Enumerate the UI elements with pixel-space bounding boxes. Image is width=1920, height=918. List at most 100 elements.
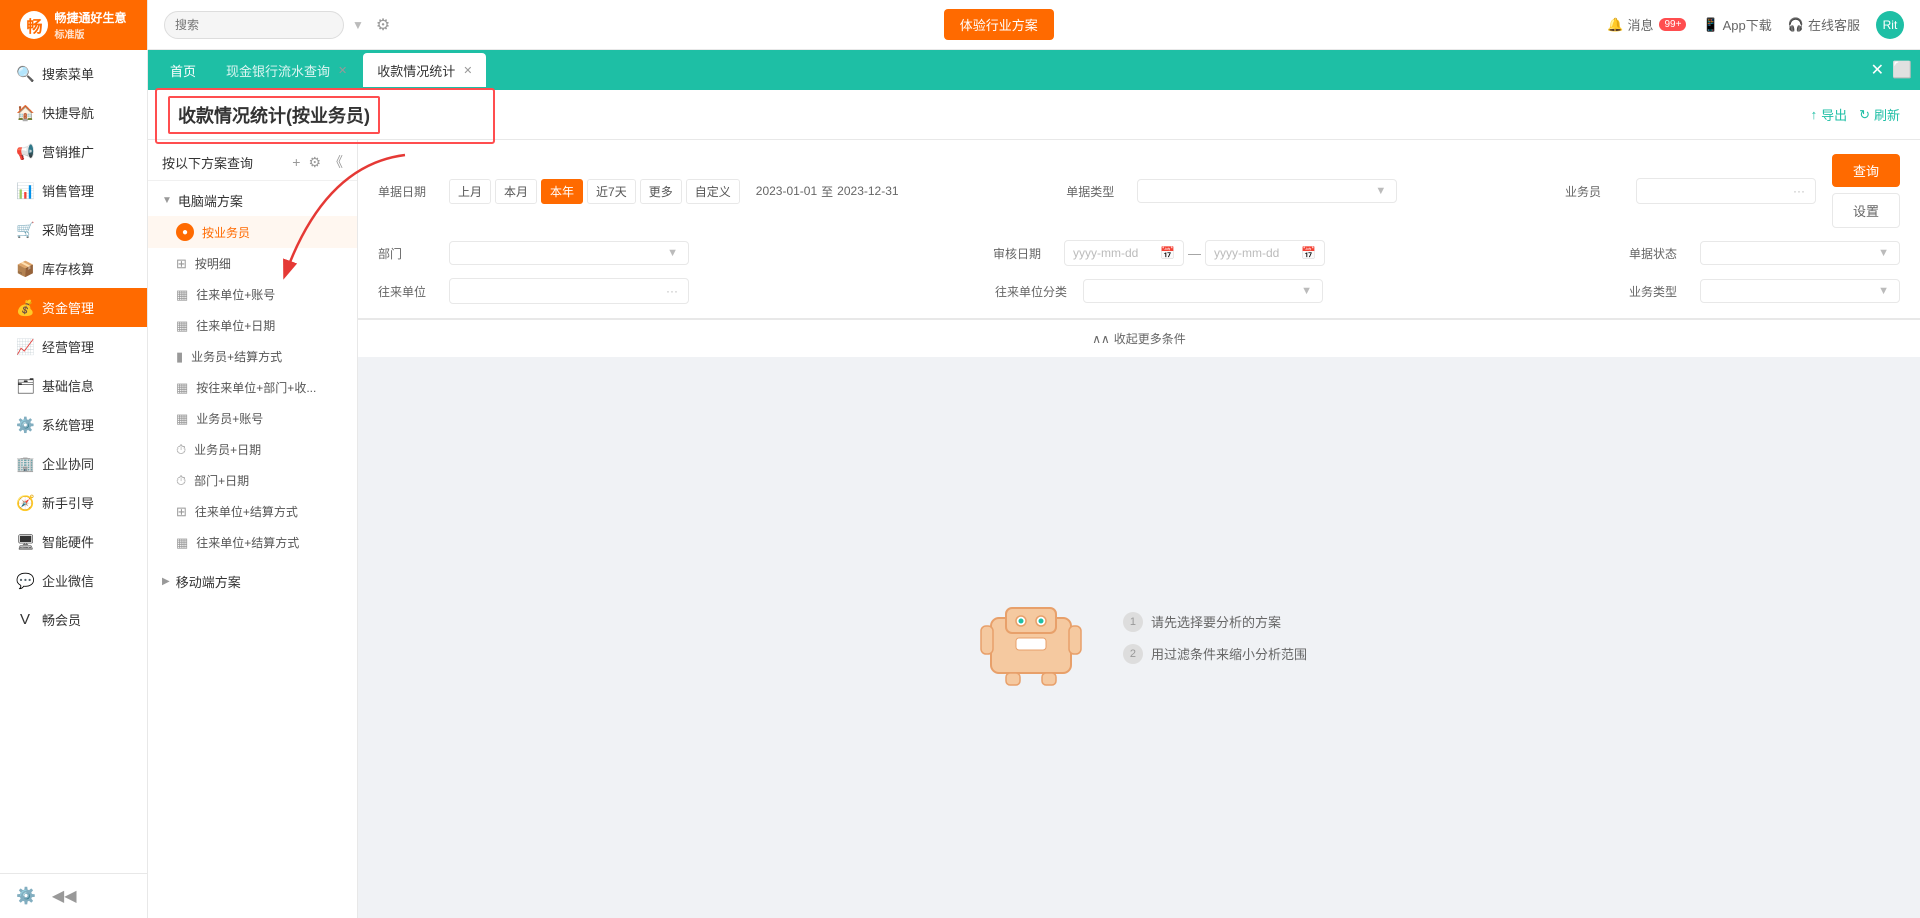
topbar-gear-icon[interactable]: ⚙ — [376, 15, 390, 35]
partner-class-chevron-icon: ▼ — [1301, 285, 1312, 297]
marketing-icon: 📢 — [16, 143, 34, 161]
vip-icon: V — [16, 611, 34, 628]
date-btn-this-month[interactable]: 本月 — [495, 179, 537, 204]
salesperson-select[interactable]: ··· — [1636, 178, 1816, 204]
sidebar-item-marketing[interactable]: 📢 营销推广 — [0, 132, 147, 171]
partner-more-icon[interactable]: ··· — [666, 284, 678, 298]
schema-item-partner-account[interactable]: ▦ 往来单位+账号 — [148, 279, 357, 310]
filter-row-3: 往来单位 ··· 往来单位分类 ▼ 业务类型 — [378, 278, 1900, 304]
settings-schema-icon[interactable]: ⚙ — [308, 154, 321, 171]
tab-home[interactable]: 首页 — [156, 53, 210, 87]
schema-item-by-salesperson[interactable]: ● 按业务员 — [148, 216, 357, 248]
refresh-icon: ↻ — [1859, 107, 1870, 123]
partner-class-select[interactable]: ▼ — [1083, 279, 1323, 303]
tab-close-bank[interactable]: ✕ — [338, 64, 347, 77]
purchase-icon: 🛒 — [16, 221, 34, 239]
maximize-window-icon[interactable]: ⬜ — [1892, 60, 1912, 80]
tab-collection[interactable]: 收款情况统计 ✕ — [363, 53, 486, 87]
tabbar: 首页 现金银行流水查询 ✕ 收款情况统计 ✕ ✕ ⬜ — [148, 50, 1920, 90]
trial-industry-button[interactable]: 体验行业方案 — [944, 9, 1054, 40]
user-avatar[interactable]: Rit — [1876, 11, 1904, 39]
clock-schema-icon2: ⏱ — [176, 473, 186, 489]
doc-status-select[interactable]: ▼ — [1700, 241, 1900, 265]
result-area: 1 请先选择要分析的方案 2 用过滤条件来缩小分析范围 — [358, 357, 1920, 918]
date-btn-last-month[interactable]: 上月 — [449, 179, 491, 204]
left-panel-header-actions: + ⚙ 《 — [292, 152, 343, 172]
refresh-button[interactable]: ↻ 刷新 — [1859, 105, 1900, 124]
review-date-pair: yyyy-mm-dd 📅 — yyyy-mm-dd 📅 — [1064, 240, 1325, 266]
schema-item-partner-date[interactable]: ▦ 往来单位+日期 — [148, 310, 357, 341]
date-btn-custom[interactable]: 自定义 — [686, 179, 740, 204]
content-area: 收款情况统计(按业务员) ↑ 导出 ↻ 刷新 按以下方案查询 + — [148, 90, 1920, 918]
sidebar-item-finance[interactable]: 💰 资金管理 — [0, 288, 147, 327]
doc-status-chevron-icon: ▼ — [1878, 247, 1889, 259]
sidebar: 畅 畅捷通好生意 标准版 🔍 搜索菜单 🏠 快捷导航 📢 营销推广 📊 销售管理… — [0, 0, 148, 918]
review-date-end-input[interactable]: yyyy-mm-dd 📅 — [1205, 240, 1325, 266]
date-btn-more[interactable]: 更多 — [640, 179, 682, 204]
operation-icon: 📈 — [16, 338, 34, 356]
app-download-button[interactable]: 📱 App下载 — [1702, 15, 1771, 34]
hardware-icon: 🖥 — [16, 533, 34, 551]
query-button[interactable]: 查询 — [1832, 154, 1900, 187]
sidebar-item-purchase[interactable]: 🛒 采购管理 — [0, 210, 147, 249]
sidebar-item-baseinfo[interactable]: 🗂 基础信息 — [0, 366, 147, 405]
date-btn-this-year[interactable]: 本年 — [541, 179, 583, 204]
sidebar-item-vip[interactable]: V 畅会员 — [0, 600, 147, 639]
add-schema-icon[interactable]: + — [292, 154, 300, 170]
review-date-start-input[interactable]: yyyy-mm-dd 📅 — [1064, 240, 1184, 266]
schema-group-mobile-title[interactable]: ▶ 移动端方案 — [148, 566, 357, 597]
sidebar-item-system[interactable]: ⚙️ 系统管理 — [0, 405, 147, 444]
review-date-label: 审核日期 — [993, 245, 1048, 262]
schema-item-dept-date[interactable]: ⏱ 部门+日期 — [148, 465, 357, 496]
page-header: 收款情况统计(按业务员) ↑ 导出 ↻ 刷新 — [148, 90, 1920, 140]
schema-item-salesperson-settle[interactable]: ▮ 业务员+结算方式 — [148, 341, 357, 372]
filter-area: 单据日期 上月 本月 本年 近7天 更多 自定义 2023-01-01 至 — [358, 140, 1920, 319]
messages-button[interactable]: 🔔 消息 99+ — [1607, 15, 1686, 34]
export-button[interactable]: ↑ 导出 — [1811, 105, 1848, 124]
date-btn-7days[interactable]: 近7天 — [587, 179, 636, 204]
footer-collapse-icon[interactable]: ◀◀ — [52, 886, 77, 906]
left-panel-header: 按以下方案查询 + ⚙ 《 — [148, 140, 357, 181]
biz-type-chevron-icon: ▼ — [1878, 285, 1889, 297]
sidebar-item-inventory[interactable]: 📦 库存核算 — [0, 249, 147, 288]
topbar-right: 🔔 消息 99+ 📱 App下载 🎧 在线客服 Rit — [1607, 11, 1904, 39]
close-window-icon[interactable]: ✕ — [1871, 60, 1884, 80]
table-schema-icon4: ▦ — [176, 411, 188, 427]
schema-item-by-detail[interactable]: ⊞ 按明细 — [148, 248, 357, 279]
schema-item-salesperson-account[interactable]: ▦ 业务员+账号 — [148, 403, 357, 434]
schema-item-partner-settle2[interactable]: ▦ 往来单位+结算方式 — [148, 527, 357, 558]
salesperson-more-icon[interactable]: ··· — [1793, 184, 1805, 198]
sidebar-item-sales[interactable]: 📊 销售管理 — [0, 171, 147, 210]
schema-group-mobile: ▶ 移动端方案 — [148, 562, 357, 601]
partner-label: 往来单位 — [378, 283, 433, 300]
schema-group-desktop-title[interactable]: ▼ 电脑端方案 — [148, 185, 357, 216]
doc-type-select[interactable]: ▼ — [1137, 179, 1397, 203]
topbar-search-input[interactable] — [164, 11, 344, 39]
sidebar-item-operation[interactable]: 📈 经营管理 — [0, 327, 147, 366]
online-service-button[interactable]: 🎧 在线客服 — [1788, 15, 1860, 34]
footer-settings-icon[interactable]: ⚙️ — [16, 886, 36, 906]
bar-schema-icon: ▮ — [176, 349, 183, 365]
collapse-bar[interactable]: ∧∧ 收起更多条件 — [358, 319, 1920, 357]
topbar-dropdown-icon[interactable]: ▼ — [352, 18, 364, 32]
set-button[interactable]: 设置 — [1832, 193, 1900, 228]
schema-item-partner-settle1[interactable]: ⊞ 往来单位+结算方式 — [148, 496, 357, 527]
partner-select[interactable]: ··· — [449, 278, 689, 304]
sidebar-item-hardware[interactable]: 🖥 智能硬件 — [0, 522, 147, 561]
collapse-panel-icon[interactable]: 《 — [329, 152, 343, 172]
sidebar-item-quicknav[interactable]: 🏠 快捷导航 — [0, 93, 147, 132]
topbar: ▼ ⚙ 体验行业方案 🔔 消息 99+ 📱 App下载 🎧 在线客服 Rit — [148, 0, 1920, 50]
doc-status-label: 单据状态 — [1629, 245, 1684, 262]
schema-item-salesperson-date[interactable]: ⏱ 业务员+日期 — [148, 434, 357, 465]
tab-close-collection[interactable]: ✕ — [463, 64, 472, 77]
dept-select[interactable]: ▼ — [449, 241, 689, 265]
action-buttons: 查询 设置 — [1832, 154, 1900, 228]
tab-bank[interactable]: 现金银行流水查询 ✕ — [212, 53, 361, 87]
sidebar-item-enterprise[interactable]: 🏢 企业协同 — [0, 444, 147, 483]
biz-type-select[interactable]: ▼ — [1700, 279, 1900, 303]
sidebar-item-search[interactable]: 🔍 搜索菜单 — [0, 54, 147, 93]
schema-item-partner-dept[interactable]: ▦ 按往来单位+部门+收... — [148, 372, 357, 403]
sidebar-item-wechat[interactable]: 💬 企业微信 — [0, 561, 147, 600]
date-quick-btns: 上月 本月 本年 近7天 更多 自定义 — [449, 179, 740, 204]
sidebar-item-newguide[interactable]: 🧭 新手引导 — [0, 483, 147, 522]
